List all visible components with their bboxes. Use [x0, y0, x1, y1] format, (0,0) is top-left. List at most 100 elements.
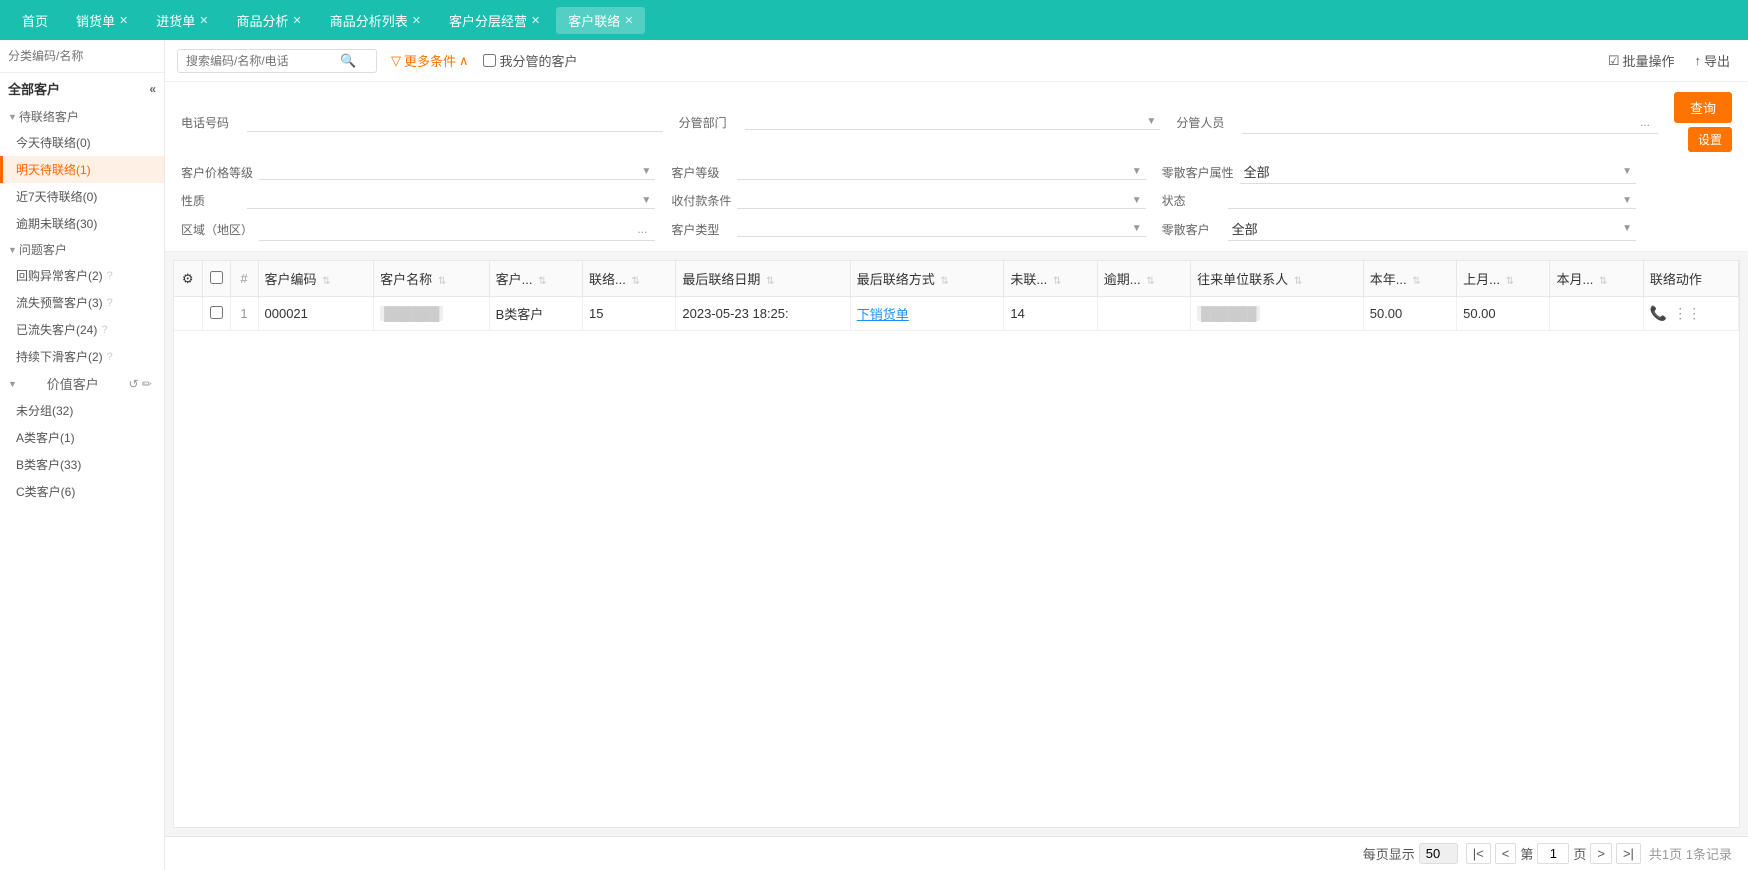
nav-home[interactable]: 首页: [10, 7, 60, 34]
sidebar-item-abnormal[interactable]: 回购异常客户(2) ?: [0, 262, 164, 289]
filter-area-select[interactable]: ...: [259, 218, 655, 241]
prev-page-btn[interactable]: <: [1495, 843, 1517, 864]
col-last-month[interactable]: 上月... ⇅: [1457, 261, 1550, 297]
last-method-link[interactable]: 下销货单: [857, 307, 909, 322]
query-btn[interactable]: 查询: [1674, 92, 1732, 123]
sidebar-item-7days[interactable]: 近7天待联络(0): [0, 183, 164, 210]
nav-close-0[interactable]: ✕: [119, 14, 128, 27]
col-code[interactable]: 客户编码 ⇅: [258, 261, 374, 297]
col-action: 联络动作: [1643, 261, 1738, 297]
cell-row-checkbox[interactable]: [202, 297, 230, 331]
col-this-month[interactable]: 本月... ⇅: [1550, 261, 1643, 297]
select-all-checkbox[interactable]: [210, 271, 223, 284]
last-page-btn[interactable]: >|: [1616, 843, 1641, 864]
my-customer-checkbox[interactable]: [483, 54, 496, 67]
search-input[interactable]: [186, 54, 336, 68]
cell-this-month: [1550, 297, 1643, 331]
filter-customer-level-select[interactable]: ▼: [737, 164, 1145, 180]
cell-code[interactable]: 000021: [258, 297, 374, 331]
more-area-icon[interactable]: ...: [633, 220, 651, 238]
sidebar-item-a-class[interactable]: A类客户(1): [0, 424, 164, 451]
col-name[interactable]: 客户名称 ⇅: [374, 261, 490, 297]
my-customer-checkbox-wrap[interactable]: 我分管的客户: [483, 51, 578, 70]
col-not-contacted[interactable]: 未联... ⇅: [1004, 261, 1097, 297]
sidebar: 🔍 全部客户 « 待联络客户 今天待联络(0) 明天待联络(1) 近7天待联络(…: [0, 40, 165, 870]
sidebar-item-declining[interactable]: 持续下滑客户(2) ?: [0, 343, 164, 370]
col-contact-person[interactable]: 往来单位联系人 ⇅: [1191, 261, 1364, 297]
sidebar-search-input[interactable]: [8, 49, 163, 63]
sidebar-item-churn-warn[interactable]: 流失预警客户(3) ?: [0, 289, 164, 316]
cell-last-method[interactable]: 下销货单: [850, 297, 1004, 331]
phone-action-icon[interactable]: 📞: [1650, 305, 1667, 322]
col-settings[interactable]: ⚙: [174, 261, 202, 297]
filter-price-level-select[interactable]: ▼: [259, 164, 655, 180]
filter-payment-select[interactable]: ▼: [737, 193, 1145, 209]
filter-row-4: 区域（地区） ... 客户类型 ▼ 零散客户 全部 ▼: [181, 217, 1732, 241]
sidebar-item-overdue[interactable]: 逾期未联络(30): [0, 210, 164, 237]
col-checkbox[interactable]: [202, 261, 230, 297]
filter-person-select[interactable]: ...: [1242, 111, 1658, 134]
filter-nature: 性质 ▼: [181, 192, 655, 209]
sidebar-item-c-class[interactable]: C类客户(6): [0, 478, 164, 505]
table-footer: 每页显示 50 |< < 第 页 > >| 共1页 1条记录: [165, 836, 1748, 870]
col-last-method[interactable]: 最后联络方式 ⇅: [850, 261, 1004, 297]
nav-close-3[interactable]: ✕: [412, 14, 421, 27]
value-group-icons[interactable]: ↺ ✏: [129, 377, 152, 391]
col-overdue[interactable]: 逾期... ⇅: [1097, 261, 1190, 297]
next-page-btn[interactable]: >: [1590, 843, 1612, 864]
filter-status-select[interactable]: ▼: [1228, 193, 1636, 209]
nav-tab-4[interactable]: 客户分层经营 ✕: [437, 7, 552, 34]
nav-close-5[interactable]: ✕: [624, 14, 633, 27]
filter-more-btn[interactable]: ▽ 更多条件 ∧: [385, 48, 475, 73]
chevron-down-icon-retail-cust: ▼: [1622, 223, 1632, 234]
grid-action-icon[interactable]: ⋮⋮: [1673, 305, 1701, 322]
nav-tab-2[interactable]: 商品分析 ✕: [224, 7, 313, 34]
filter-price-level-label: 客户价格等级: [181, 164, 253, 181]
batch-btn[interactable]: ☑ 批量操作: [1602, 48, 1681, 73]
col-last-date[interactable]: 最后联络日期 ⇅: [676, 261, 850, 297]
help-icon-churned: ?: [101, 324, 107, 336]
sort-icon-year: ⇅: [1412, 276, 1420, 287]
nav-tab-3[interactable]: 商品分析列表 ✕: [318, 7, 433, 34]
filter-customer-level-label: 客户等级: [671, 164, 731, 181]
nav-tab-1[interactable]: 进货单 ✕: [144, 7, 220, 34]
filter-status-label: 状态: [1162, 192, 1222, 209]
row-checkbox[interactable]: [210, 306, 223, 319]
nav-close-2[interactable]: ✕: [293, 14, 302, 27]
filter-customer-type-select[interactable]: ▼: [737, 221, 1145, 237]
pagination: |< < 第 页 > >|: [1466, 843, 1641, 864]
filter-phone-input[interactable]: [247, 113, 663, 132]
sidebar-all-customers[interactable]: 全部客户 «: [0, 73, 164, 104]
cell-not-contacted: 14: [1004, 297, 1097, 331]
table-header-row: ⚙ # 客户编码 ⇅ 客户名称 ⇅ 客户... ⇅ 联络... ⇅ 最后联络日期…: [174, 261, 1739, 297]
export-btn[interactable]: ↑ 导出: [1688, 48, 1736, 73]
nav-close-1[interactable]: ✕: [199, 14, 208, 27]
all-customers-label: 全部客户: [8, 79, 60, 98]
search-icon[interactable]: 🔍: [340, 53, 356, 69]
filter-dept-select[interactable]: ▼: [745, 114, 1161, 130]
page-size-dropdown[interactable]: 50: [1419, 843, 1458, 864]
page-number-input[interactable]: [1537, 843, 1569, 864]
nav-close-4[interactable]: ✕: [531, 14, 540, 27]
first-page-btn[interactable]: |<: [1466, 843, 1491, 864]
search-bar-right: ☑ 批量操作 ↑ 导出: [1602, 48, 1736, 73]
more-icon[interactable]: ...: [1636, 113, 1654, 131]
sidebar-item-today[interactable]: 今天待联络(0): [0, 129, 164, 156]
sort-icon-name: ⇅: [438, 276, 446, 287]
sort-icon-contact: ⇅: [631, 276, 639, 287]
col-type[interactable]: 客户... ⇅: [489, 261, 582, 297]
col-contact[interactable]: 联络... ⇅: [583, 261, 676, 297]
filter-row-3: 性质 ▼ 收付款条件 ▼ 状态 ▼: [181, 192, 1732, 209]
nav-tab-0[interactable]: 销货单 ✕: [64, 7, 140, 34]
filter-retail-customer-select[interactable]: 全部 ▼: [1228, 217, 1636, 241]
filter-area: 区域（地区） ...: [181, 218, 655, 241]
setting-btn[interactable]: 设置: [1688, 127, 1732, 152]
sidebar-item-tomorrow[interactable]: 明天待联络(1): [0, 156, 164, 183]
nav-tab-5[interactable]: 客户联络 ✕: [556, 7, 645, 34]
col-this-year[interactable]: 本年... ⇅: [1363, 261, 1456, 297]
sidebar-item-b-class[interactable]: B类客户(33): [0, 451, 164, 478]
filter-retail-attr-select[interactable]: 全部 ▼: [1240, 160, 1636, 184]
sidebar-item-churned[interactable]: 已流失客户(24) ?: [0, 316, 164, 343]
filter-nature-select[interactable]: ▼: [247, 193, 655, 209]
sidebar-item-ungrouped[interactable]: 未分组(32): [0, 397, 164, 424]
